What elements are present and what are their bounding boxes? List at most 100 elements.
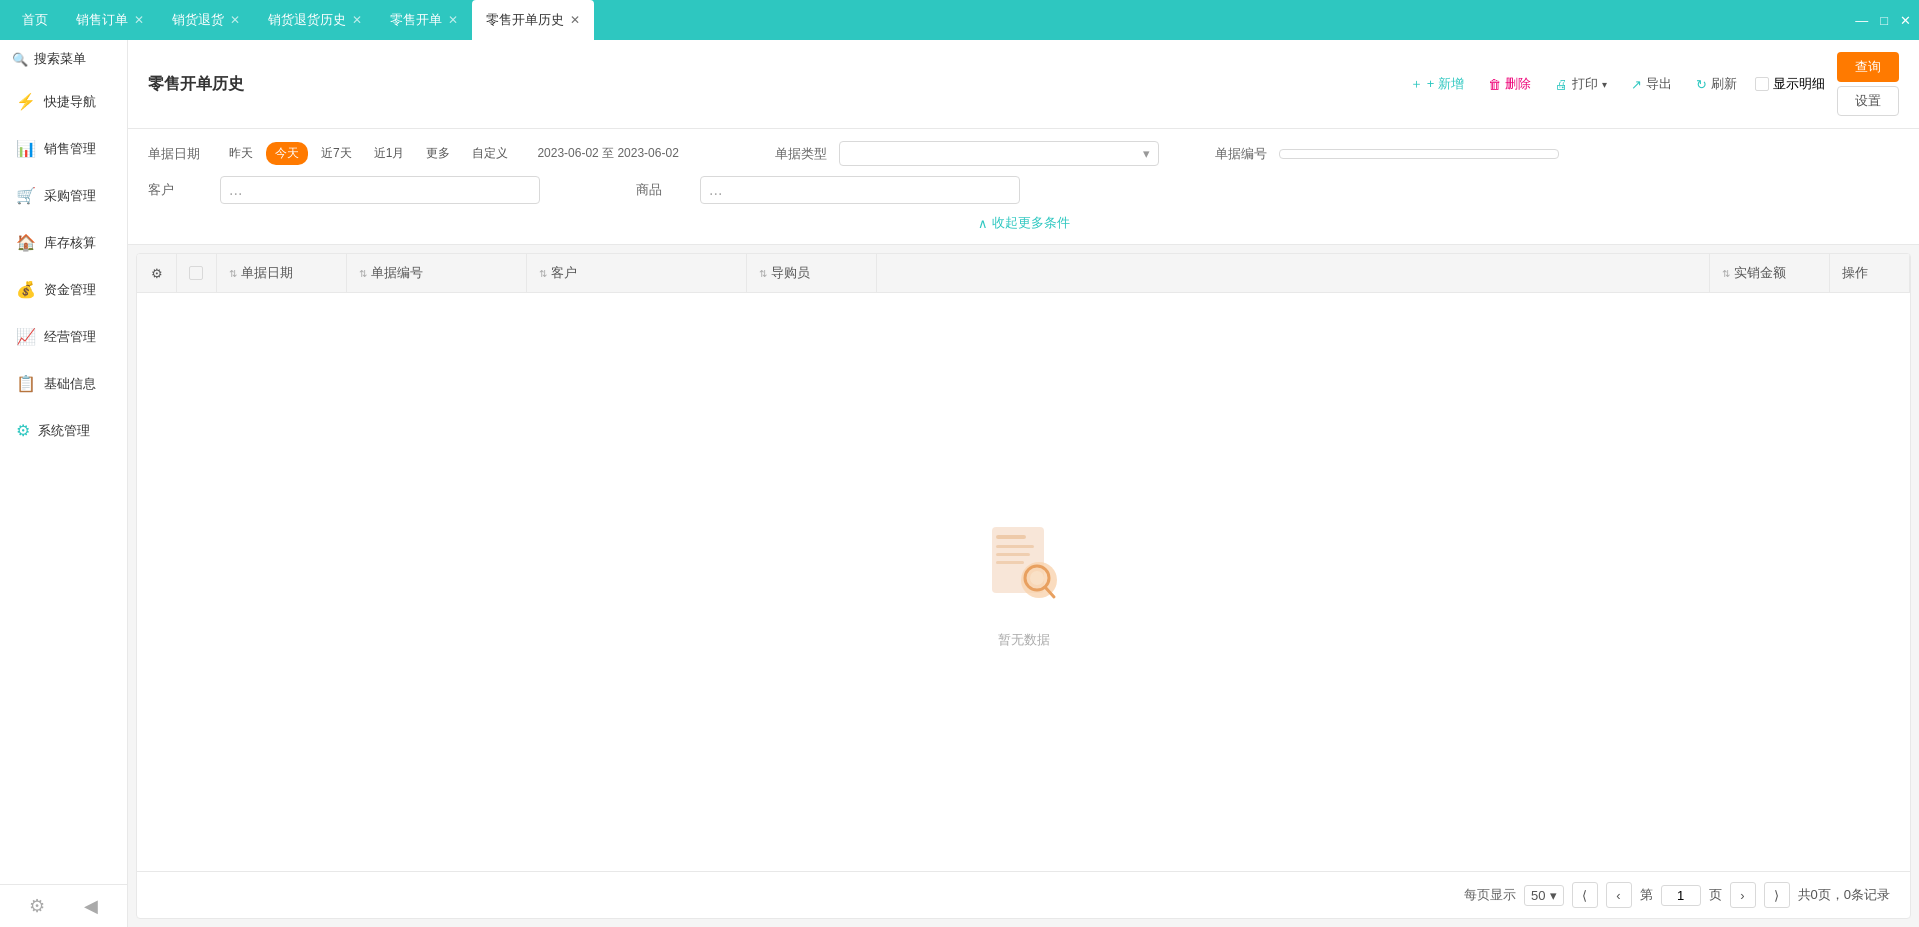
th-checkbox xyxy=(177,254,217,292)
last-page-icon: ⟩ xyxy=(1774,888,1779,903)
total-text: 共0页，0条记录 xyxy=(1798,886,1890,904)
per-page-dropdown-icon: ▾ xyxy=(1550,888,1557,903)
filter-row-2: 客户 ... 商品 ... xyxy=(148,176,1899,204)
close-tab-sales-return-history[interactable]: ✕ xyxy=(352,13,362,27)
sort-amount-icon: ⇅ xyxy=(1722,268,1730,279)
sort-customer-icon: ⇅ xyxy=(539,268,547,279)
th-customer[interactable]: ⇅ 客户 xyxy=(527,254,747,292)
sidebar-item-label: 快捷导航 xyxy=(44,93,96,111)
prev-page-button[interactable]: ‹ xyxy=(1606,882,1632,908)
collapse-filter-button[interactable]: ∧ 收起更多条件 xyxy=(148,214,1899,232)
svg-rect-1 xyxy=(996,535,1026,539)
th-amount[interactable]: ⇅ 实销金额 xyxy=(1710,254,1830,292)
tab-retail-open[interactable]: 零售开单 ✕ xyxy=(376,0,472,40)
sidebar-collapse-icon[interactable]: ◀ xyxy=(84,895,98,917)
empty-text: 暂无数据 xyxy=(998,631,1050,649)
empty-state: 暂无数据 xyxy=(137,293,1910,871)
sidebar-item-label: 基础信息 xyxy=(44,375,96,393)
per-page-value: 50 xyxy=(1531,888,1545,903)
add-button[interactable]: ＋ + 新增 xyxy=(1404,71,1470,97)
last-page-button[interactable]: ⟩ xyxy=(1764,882,1790,908)
th-gear[interactable]: ⚙ xyxy=(137,254,177,292)
tab-sales-order[interactable]: 销售订单 ✕ xyxy=(62,0,158,40)
sidebar-item-label: 系统管理 xyxy=(38,422,90,440)
export-button[interactable]: ↗ 导出 xyxy=(1625,71,1678,97)
select-all-checkbox[interactable] xyxy=(189,266,203,280)
print-dropdown-icon: ▾ xyxy=(1602,79,1607,90)
sidebar-item-label: 经营管理 xyxy=(44,328,96,346)
filter-row-1: 单据日期 昨天 今天 近7天 近1月 更多 自定义 2023-06-02 至 2… xyxy=(148,141,1899,166)
sidebar-settings-icon[interactable]: ⚙ xyxy=(29,895,45,917)
sidebar-item-inventory[interactable]: 🏠 库存核算 xyxy=(0,219,127,266)
tab-retail-history[interactable]: 零售开单历史 ✕ xyxy=(472,0,594,40)
sort-no-icon: ⇅ xyxy=(359,268,367,279)
th-date[interactable]: ⇅ 单据日期 xyxy=(217,254,347,292)
th-guide[interactable]: ⇅ 导购员 xyxy=(747,254,877,292)
sidebar-item-operation[interactable]: 📈 经营管理 xyxy=(0,313,127,360)
customer-label: 客户 xyxy=(148,181,204,199)
tab-sales-return[interactable]: 销货退货 ✕ xyxy=(158,0,254,40)
date-btn-yesterday[interactable]: 昨天 xyxy=(220,142,262,165)
customer-dots: ... xyxy=(229,181,242,199)
next-page-button[interactable]: › xyxy=(1730,882,1756,908)
sidebar-item-system[interactable]: ⚙ 系统管理 xyxy=(0,407,127,454)
date-btn-last7[interactable]: 近7天 xyxy=(312,142,361,165)
content-area: 零售开单历史 ＋ + 新增 🗑 删除 🖨 打印 ▾ ↗ 导出 xyxy=(128,40,1919,927)
doc-type-label: 单据类型 xyxy=(775,145,831,163)
toolbar-actions: ＋ + 新增 🗑 删除 🖨 打印 ▾ ↗ 导出 ↻ xyxy=(1404,52,1899,116)
page-label: 第 xyxy=(1640,886,1653,904)
th-action: 操作 xyxy=(1830,254,1910,292)
tab-sales-return-history[interactable]: 销货退货历史 ✕ xyxy=(254,0,376,40)
page-number-input[interactable] xyxy=(1661,885,1701,906)
maximize-button[interactable]: □ xyxy=(1880,13,1888,28)
sidebar-item-finance[interactable]: 💰 资金管理 xyxy=(0,266,127,313)
close-tab-sales-order[interactable]: ✕ xyxy=(134,13,144,27)
show-detail-check-icon[interactable] xyxy=(1755,77,1769,91)
setting-button[interactable]: 设置 xyxy=(1837,86,1899,116)
doc-no-input[interactable] xyxy=(1279,149,1559,159)
sidebar-item-quick-nav[interactable]: ⚡ 快捷导航 xyxy=(0,78,127,125)
export-icon: ↗ xyxy=(1631,77,1642,92)
sidebar-search[interactable]: 🔍 搜索菜单 xyxy=(0,40,127,78)
goods-label: 商品 xyxy=(636,181,692,199)
sort-guide-icon: ⇅ xyxy=(759,268,767,279)
query-setting-group: 查询 设置 xyxy=(1837,52,1899,116)
th-no[interactable]: ⇅ 单据编号 xyxy=(347,254,527,292)
minimize-button[interactable]: — xyxy=(1855,13,1868,28)
close-tab-retail-open[interactable]: ✕ xyxy=(448,13,458,27)
first-page-button[interactable]: ⟨ xyxy=(1572,882,1598,908)
goods-input[interactable]: ... xyxy=(700,176,1020,204)
date-btn-custom[interactable]: 自定义 xyxy=(463,142,517,165)
window-controls: — □ ✕ xyxy=(1855,13,1911,28)
table-container: ⚙ ⇅ 单据日期 ⇅ 单据编号 ⇅ 客户 ⇅ xyxy=(136,253,1911,919)
show-detail-checkbox[interactable]: 显示明细 xyxy=(1755,75,1825,93)
close-tab-sales-return[interactable]: ✕ xyxy=(230,13,240,27)
svg-rect-4 xyxy=(996,561,1024,564)
filter-area: 单据日期 昨天 今天 近7天 近1月 更多 自定义 2023-06-02 至 2… xyxy=(128,129,1919,245)
refresh-button[interactable]: ↻ 刷新 xyxy=(1690,71,1743,97)
prev-page-icon: ‹ xyxy=(1616,888,1620,903)
sidebar-item-purchase[interactable]: 🛒 采购管理 xyxy=(0,172,127,219)
query-button[interactable]: 查询 xyxy=(1837,52,1899,82)
close-tab-retail-history[interactable]: ✕ xyxy=(570,13,580,27)
sidebar-item-sales[interactable]: 📊 销售管理 xyxy=(0,125,127,172)
pagination: 每页显示 50 ▾ ⟨ ‹ 第 页 › ⟩ xyxy=(137,871,1910,918)
add-icon: ＋ xyxy=(1410,75,1423,93)
doc-type-select[interactable]: ▾ xyxy=(839,141,1159,166)
date-range-display: 2023-06-02 至 2023-06-02 xyxy=(537,145,678,162)
delete-button[interactable]: 🗑 删除 xyxy=(1482,71,1537,97)
date-btn-today[interactable]: 今天 xyxy=(266,142,308,165)
sidebar-item-base-info[interactable]: 📋 基础信息 xyxy=(0,360,127,407)
sidebar-item-label: 库存核算 xyxy=(44,234,96,252)
refresh-icon: ↻ xyxy=(1696,77,1707,92)
close-button[interactable]: ✕ xyxy=(1900,13,1911,28)
date-btn-more[interactable]: 更多 xyxy=(417,142,459,165)
svg-point-8 xyxy=(1030,571,1044,585)
tab-home[interactable]: 零售开单历史 首页 xyxy=(8,0,62,40)
customer-input[interactable]: ... xyxy=(220,176,540,204)
per-page-select[interactable]: 50 ▾ xyxy=(1524,885,1563,906)
print-button[interactable]: 🖨 打印 ▾ xyxy=(1549,71,1613,97)
doc-type-dropdown-icon: ▾ xyxy=(1143,146,1150,161)
date-btn-last1m[interactable]: 近1月 xyxy=(365,142,414,165)
search-icon: 🔍 xyxy=(12,52,28,67)
